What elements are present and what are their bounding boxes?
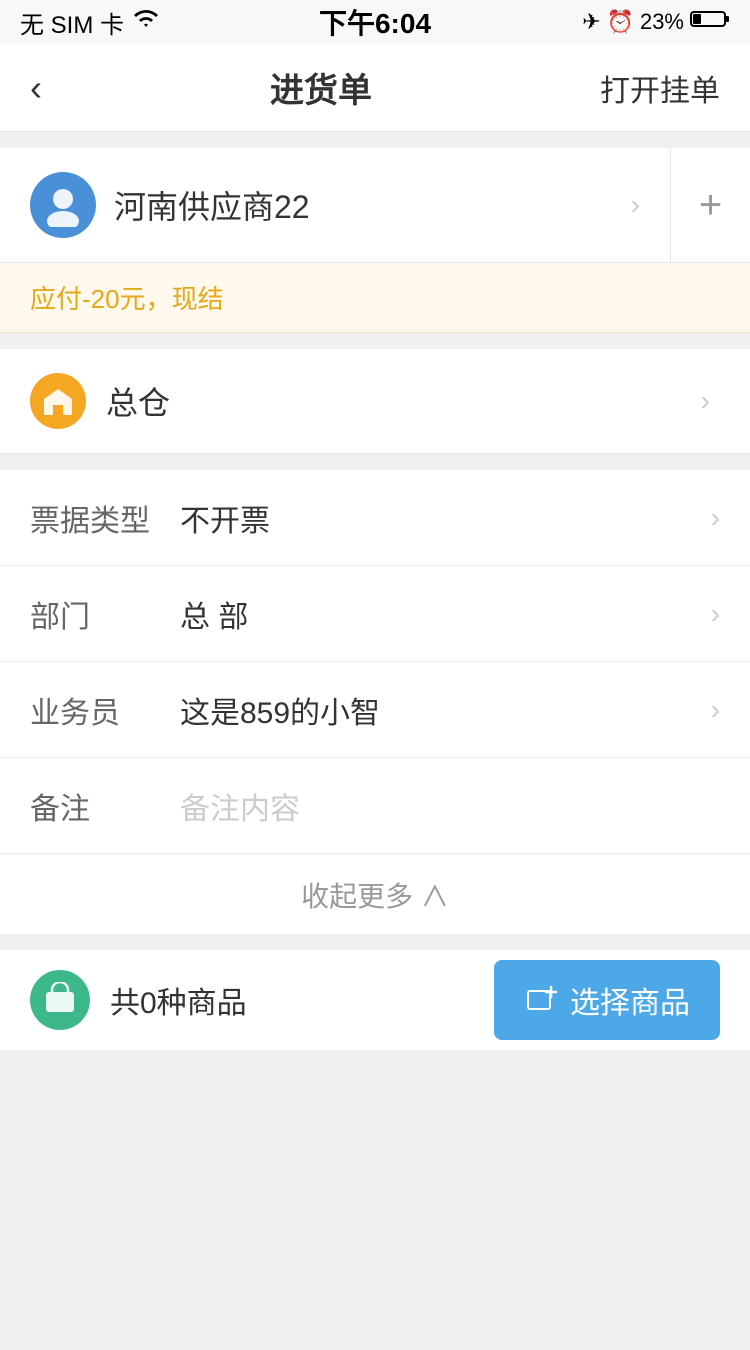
invoice-type-chevron-icon: ›	[711, 502, 720, 534]
note-row[interactable]: 备注 备注内容	[0, 758, 750, 854]
alarm-icon: ⏰	[607, 9, 634, 35]
invoice-type-row[interactable]: 票据类型 不开票 ›	[0, 470, 750, 566]
supplier-chevron-icon: ›	[631, 189, 640, 221]
warehouse-icon	[30, 373, 86, 429]
warehouse-name: 总仓	[106, 378, 681, 424]
status-time: 下午6:04	[319, 2, 431, 42]
plus-icon: +	[699, 183, 722, 228]
invoice-type-label: 票据类型	[30, 496, 160, 540]
section-gap-1	[0, 132, 750, 148]
nav-bar: ‹ 进货单 打开挂单	[0, 44, 750, 132]
collapse-label: 收起更多 ∧	[301, 875, 449, 915]
department-label: 部门	[30, 592, 160, 636]
status-right: ✈︎ ⏰ 23%	[582, 9, 730, 35]
section-gap-2	[0, 333, 750, 349]
department-row[interactable]: 部门 总 部 ›	[0, 566, 750, 662]
open-pending-button[interactable]: 打开挂单	[600, 66, 720, 110]
form-section: 票据类型 不开票 › 部门 总 部 › 业务员 这是859的小智 › 备注 备注…	[0, 470, 750, 934]
battery-label: 23%	[640, 9, 684, 35]
note-label: 备注	[30, 784, 160, 828]
supplier-selector[interactable]: 河南供应商22 ›	[0, 148, 670, 262]
battery-icon	[690, 9, 730, 35]
warehouse-chevron-icon: ›	[701, 385, 710, 417]
content-area	[0, 1050, 750, 1350]
invoice-type-value: 不开票	[160, 496, 711, 540]
page-title: 进货单	[270, 63, 372, 112]
salesperson-label: 业务员	[30, 688, 160, 732]
wifi-icon	[132, 8, 160, 36]
note-value: 备注内容	[160, 784, 720, 828]
department-chevron-icon: ›	[711, 598, 720, 630]
salesperson-value: 这是859的小智	[160, 688, 711, 732]
product-icon	[30, 970, 90, 1030]
product-bar: 共0种商品 选择商品	[0, 950, 750, 1050]
supplier-avatar	[30, 172, 96, 238]
salesperson-row[interactable]: 业务员 这是859的小智 ›	[0, 662, 750, 758]
status-left: 无 SIM 卡	[20, 5, 160, 40]
location-icon: ✈︎	[582, 9, 600, 35]
carrier-label: 无 SIM 卡	[20, 5, 124, 40]
back-button[interactable]: ‹	[30, 67, 42, 109]
add-supplier-button[interactable]: +	[670, 148, 750, 262]
collapse-button[interactable]: 收起更多 ∧	[0, 854, 750, 934]
department-value: 总 部	[160, 592, 711, 636]
select-product-button[interactable]: 选择商品	[494, 960, 720, 1040]
status-bar: 无 SIM 卡 下午6:04 ✈︎ ⏰ 23%	[0, 0, 750, 44]
notice-text: 应付-20元，现结	[30, 284, 224, 314]
supplier-name: 河南供应商22	[114, 182, 613, 228]
select-product-label: 选择商品	[570, 978, 690, 1022]
product-count-label: 共0种商品	[110, 978, 474, 1022]
warehouse-selector[interactable]: 总仓 ›	[0, 349, 750, 454]
salesperson-chevron-icon: ›	[711, 694, 720, 726]
supplier-section: 河南供应商22 › +	[0, 148, 750, 263]
notice-bar: 应付-20元，现结	[0, 263, 750, 333]
